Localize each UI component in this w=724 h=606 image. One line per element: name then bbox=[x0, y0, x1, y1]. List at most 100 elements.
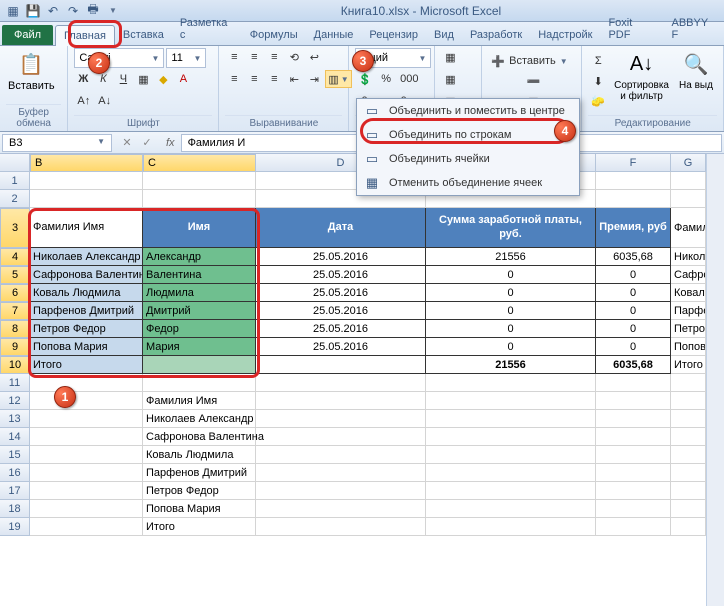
cell[interactable]: Коваль Людмила bbox=[30, 284, 143, 302]
row-header-3[interactable]: 3 bbox=[0, 208, 30, 248]
cell[interactable]: Сафроно bbox=[671, 266, 706, 284]
cell[interactable] bbox=[256, 482, 426, 500]
excel-icon[interactable]: ▦ bbox=[4, 2, 22, 20]
tab-developer[interactable]: Разработк bbox=[462, 25, 530, 45]
font-color-button[interactable]: A bbox=[174, 70, 192, 88]
sort-filter-button[interactable]: A↓ Сортировка и фильтр bbox=[612, 48, 671, 104]
cell[interactable]: 25.05.2016 bbox=[256, 338, 426, 356]
row-header-6[interactable]: 6 bbox=[0, 284, 30, 302]
row-header-12[interactable]: 12 bbox=[0, 392, 30, 410]
row-header-8[interactable]: 8 bbox=[0, 320, 30, 338]
cell[interactable]: Фамилия bbox=[671, 208, 706, 248]
cell[interactable] bbox=[30, 374, 143, 392]
tab-view[interactable]: Вид bbox=[426, 25, 462, 45]
cell[interactable]: Итого bbox=[30, 356, 143, 374]
cell[interactable] bbox=[256, 428, 426, 446]
cell[interactable] bbox=[143, 374, 256, 392]
cell[interactable]: Сумма заработной платы, руб. bbox=[426, 208, 596, 248]
save-icon[interactable]: 💾 bbox=[24, 2, 42, 20]
cell[interactable]: Людмила bbox=[143, 284, 256, 302]
cell[interactable] bbox=[30, 500, 143, 518]
paste-button[interactable]: 📋 Вставить bbox=[6, 48, 57, 94]
cell[interactable]: 6035,68 bbox=[596, 248, 671, 266]
cell[interactable] bbox=[596, 410, 671, 428]
cell[interactable]: Коваль Людмила bbox=[143, 446, 256, 464]
cell[interactable] bbox=[426, 518, 596, 536]
cell[interactable] bbox=[596, 392, 671, 410]
cell[interactable]: 0 bbox=[426, 284, 596, 302]
cell[interactable]: Фамилия Имя bbox=[143, 392, 256, 410]
cell[interactable]: Коваль Л bbox=[671, 284, 706, 302]
cell[interactable] bbox=[671, 374, 706, 392]
cell[interactable]: Попова bbox=[671, 338, 706, 356]
unmerge-item[interactable]: ▦Отменить объединение ячеек bbox=[357, 171, 579, 195]
cond-format-icon[interactable]: ▦ bbox=[441, 48, 459, 66]
undo-icon[interactable]: ↶ bbox=[44, 2, 62, 20]
cell[interactable]: 25.05.2016 bbox=[256, 302, 426, 320]
cell[interactable]: Парфенов Дмитрий bbox=[143, 464, 256, 482]
align-center-icon[interactable]: ≡ bbox=[245, 70, 263, 88]
cell[interactable]: Итого bbox=[143, 518, 256, 536]
cell[interactable]: Александр bbox=[143, 248, 256, 266]
cell[interactable] bbox=[30, 482, 143, 500]
row-header-10[interactable]: 10 bbox=[0, 356, 30, 374]
format-table-icon[interactable]: ▦ bbox=[441, 70, 459, 88]
cell[interactable]: 0 bbox=[596, 266, 671, 284]
tab-data[interactable]: Данные bbox=[306, 25, 362, 45]
cell[interactable]: Имя bbox=[143, 208, 256, 248]
decrease-font-icon[interactable]: A↓ bbox=[95, 92, 114, 110]
cell[interactable] bbox=[426, 374, 596, 392]
cell[interactable] bbox=[30, 518, 143, 536]
percent-icon[interactable]: % bbox=[377, 70, 395, 88]
cell[interactable]: 0 bbox=[596, 302, 671, 320]
cell[interactable]: 25.05.2016 bbox=[256, 320, 426, 338]
cell[interactable]: Премия, руб bbox=[596, 208, 671, 248]
tab-abbyy[interactable]: ABBYY F bbox=[664, 13, 724, 45]
cell[interactable]: Валентина bbox=[143, 266, 256, 284]
cancel-formula-icon[interactable]: ✕ bbox=[118, 134, 136, 152]
cell[interactable] bbox=[256, 464, 426, 482]
row-header-5[interactable]: 5 bbox=[0, 266, 30, 284]
row-header-15[interactable]: 15 bbox=[0, 446, 30, 464]
col-header-F[interactable]: F bbox=[596, 154, 671, 172]
cell[interactable] bbox=[30, 190, 143, 208]
thousand-sep-icon[interactable]: 000 bbox=[397, 70, 421, 88]
print-icon[interactable]: 🖶 bbox=[84, 2, 102, 20]
merge-center-item[interactable]: ▭Объединить и поместить в центре bbox=[357, 99, 579, 123]
cell[interactable] bbox=[143, 190, 256, 208]
worksheet-grid[interactable]: BCDEFG 12345678910111213141516171819 Фам… bbox=[0, 154, 724, 606]
cell[interactable] bbox=[596, 464, 671, 482]
cell[interactable] bbox=[671, 464, 706, 482]
row-header-17[interactable]: 17 bbox=[0, 482, 30, 500]
cell[interactable]: 25.05.2016 bbox=[256, 266, 426, 284]
row-header-11[interactable]: 11 bbox=[0, 374, 30, 392]
cell[interactable] bbox=[596, 172, 671, 190]
cell[interactable]: Попова Мария bbox=[143, 500, 256, 518]
cell[interactable]: Петров Ф bbox=[671, 320, 706, 338]
clear-icon[interactable]: 🧽 bbox=[588, 92, 608, 110]
tab-foxit[interactable]: Foxit PDF bbox=[600, 13, 663, 45]
cell[interactable]: 21556 bbox=[426, 248, 596, 266]
tab-file[interactable]: Файл bbox=[2, 25, 53, 45]
cell[interactable]: Петров Федор bbox=[143, 482, 256, 500]
align-left-icon[interactable]: ≡ bbox=[225, 70, 243, 88]
cell[interactable] bbox=[30, 392, 143, 410]
cell[interactable] bbox=[671, 410, 706, 428]
cell[interactable] bbox=[426, 500, 596, 518]
row-header-14[interactable]: 14 bbox=[0, 428, 30, 446]
name-box[interactable]: B3▼ bbox=[2, 134, 112, 152]
cell[interactable] bbox=[426, 392, 596, 410]
cell[interactable]: 0 bbox=[426, 302, 596, 320]
cell[interactable]: Дмитрий bbox=[143, 302, 256, 320]
cell[interactable]: Парфенов Дмитрий bbox=[30, 302, 143, 320]
cell[interactable]: Николаев Александр bbox=[30, 248, 143, 266]
cell[interactable] bbox=[671, 446, 706, 464]
tab-home[interactable]: Главная bbox=[55, 25, 115, 46]
enter-formula-icon[interactable]: ✓ bbox=[138, 134, 156, 152]
cell[interactable] bbox=[30, 446, 143, 464]
cell[interactable] bbox=[671, 428, 706, 446]
cell[interactable] bbox=[143, 356, 256, 374]
cell[interactable] bbox=[671, 190, 706, 208]
currency-icon[interactable]: 💲 bbox=[355, 70, 375, 88]
increase-font-icon[interactable]: A↑ bbox=[74, 92, 93, 110]
